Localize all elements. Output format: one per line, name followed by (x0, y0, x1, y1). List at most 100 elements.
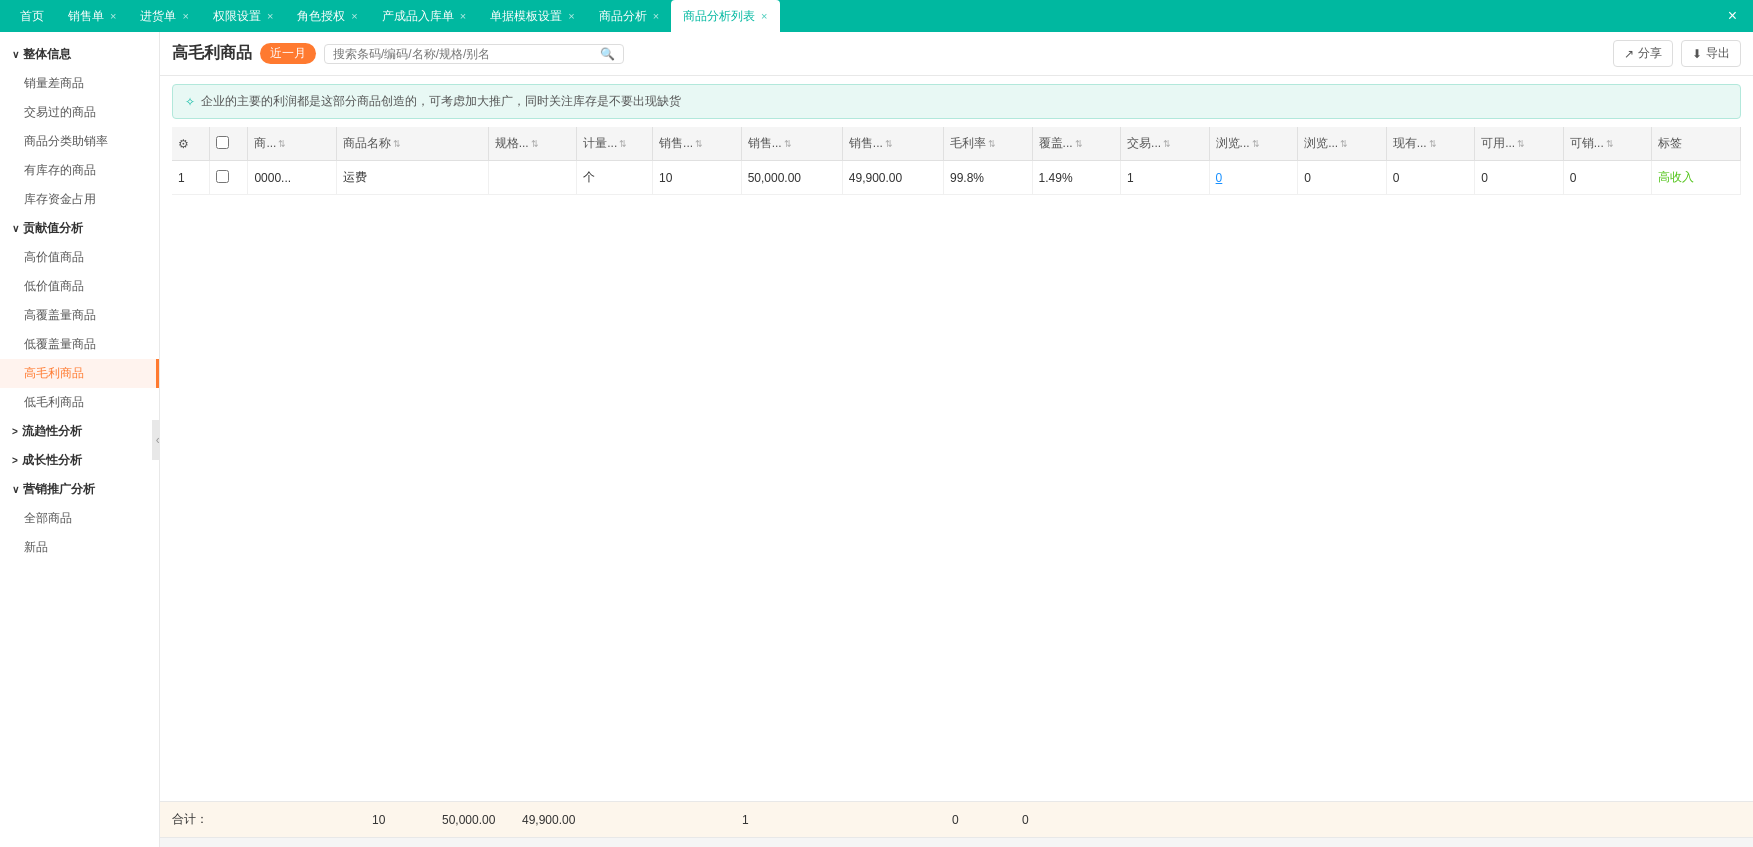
sidebar-group-2[interactable]: >流趋性分析 (0, 417, 159, 446)
table-col-15[interactable]: 可用...⇅ (1475, 127, 1564, 161)
table-row: 10000...运费个1050,000.0049,900.0099.8%1.49… (172, 161, 1741, 195)
table-col-4[interactable]: 规格...⇅ (488, 127, 577, 161)
sidebar-group-arrow-1: ∨ (12, 223, 19, 234)
row-unit: 个 (577, 161, 653, 195)
info-icon: ✧ (185, 95, 195, 109)
share-button[interactable]: ↗ 分享 (1613, 40, 1673, 67)
sidebar-item-0-1[interactable]: 交易过的商品 (0, 98, 159, 127)
sidebar-item-1-0[interactable]: 高价值商品 (0, 243, 159, 272)
nav-close-7[interactable]: × (653, 10, 659, 22)
sidebar-item-0-0[interactable]: 销量差商品 (0, 69, 159, 98)
sidebar-group-1[interactable]: ∨ 贡献值分析 (0, 214, 159, 243)
table-col-14[interactable]: 现有...⇅ (1386, 127, 1475, 161)
table-col-8[interactable]: 销售...⇅ (842, 127, 943, 161)
export-button[interactable]: ⬇ 导出 (1681, 40, 1741, 67)
sort-icon-14[interactable]: ⇅ (1429, 139, 1437, 149)
sort-icon-11[interactable]: ⇅ (1163, 139, 1171, 149)
nav-close-1[interactable]: × (110, 10, 116, 22)
filter-recent-month[interactable]: 近一月 (260, 43, 316, 64)
row-browse1[interactable]: 0 (1209, 161, 1298, 195)
sidebar-group-3[interactable]: > 成长性分析 (0, 446, 159, 475)
table-col-3[interactable]: 商品名称⇅ (336, 127, 488, 161)
sort-icon-10[interactable]: ⇅ (1075, 139, 1083, 149)
row-sales3: 49,900.00 (842, 161, 943, 195)
sidebar-item-4-1[interactable]: 新品 (0, 533, 159, 562)
nav-close-5[interactable]: × (460, 10, 466, 22)
row-browse2: 0 (1298, 161, 1387, 195)
table-col-2[interactable]: 商...⇅ (248, 127, 337, 161)
table-col-9[interactable]: 毛利率⇅ (944, 127, 1033, 161)
sidebar-group-label-1: 贡献值分析 (23, 220, 83, 237)
search-box: 🔍 (324, 44, 624, 64)
search-input[interactable] (333, 47, 600, 61)
row-code: 0000... (248, 161, 337, 195)
table-col-16[interactable]: 可销...⇅ (1563, 127, 1652, 161)
sort-icon-15[interactable]: ⇅ (1517, 139, 1525, 149)
sidebar-item-0-2[interactable]: 商品分类助销率 (0, 127, 159, 156)
nav-item-5[interactable]: 产成品入库单× (370, 0, 478, 32)
nav-item-0[interactable]: 首页 (8, 0, 56, 32)
bottom-scrollbar[interactable] (160, 837, 1753, 847)
sidebar-toggle[interactable]: « (152, 420, 160, 460)
sidebar-group-4[interactable]: ∨ 营销推广分析 (0, 475, 159, 504)
table-col-10[interactable]: 覆盖...⇅ (1032, 127, 1121, 161)
sort-icon-2[interactable]: ⇅ (278, 139, 286, 149)
row-tag: 高收入 (1652, 161, 1741, 195)
nav-close-4[interactable]: × (351, 10, 357, 22)
nav-item-3[interactable]: 权限设置× (201, 0, 285, 32)
table-col-6[interactable]: 销售...⇅ (653, 127, 742, 161)
nav-close-8[interactable]: × (761, 10, 767, 22)
sort-icon-13[interactable]: ⇅ (1340, 139, 1348, 149)
sidebar-group-label-3: 成长性分析 (22, 452, 82, 469)
sidebar-group-0[interactable]: ∨整体信息 (0, 40, 159, 69)
browse-link[interactable]: 0 (1216, 171, 1223, 185)
nav-close-3[interactable]: × (267, 10, 273, 22)
nav-close-6[interactable]: × (568, 10, 574, 22)
table-col-12[interactable]: 浏览...⇅ (1209, 127, 1298, 161)
sort-icon-6[interactable]: ⇅ (695, 139, 703, 149)
sidebar-group-label-0: 整体信息 (23, 46, 71, 63)
footer-sales3: 49,900.00 (522, 813, 602, 827)
footer-total: 合计：1050,000.0049,900.00100 (160, 801, 1753, 837)
table-col-5[interactable]: 计量...⇅ (577, 127, 653, 161)
sidebar-item-1-5[interactable]: 低毛利商品 (0, 388, 159, 417)
table-col-11[interactable]: 交易...⇅ (1121, 127, 1210, 161)
sidebar-item-4-0[interactable]: 全部商品 (0, 504, 159, 533)
nav-item-2[interactable]: 进货单× (128, 0, 200, 32)
sort-icon-9[interactable]: ⇅ (988, 139, 996, 149)
row-checkbox[interactable] (210, 161, 248, 195)
sidebar-item-1-2[interactable]: 高覆盖量商品 (0, 301, 159, 330)
sidebar-group-label-4: 营销推广分析 (23, 481, 95, 498)
sort-icon-7[interactable]: ⇅ (784, 139, 792, 149)
sidebar-item-1-1[interactable]: 低价值商品 (0, 272, 159, 301)
sidebar-group-arrow-4: ∨ (12, 484, 19, 495)
sort-icon-4[interactable]: ⇅ (531, 139, 539, 149)
sidebar-item-0-4[interactable]: 库存资金占用 (0, 185, 159, 214)
sort-icon-5[interactable]: ⇅ (619, 139, 627, 149)
sidebar-group-arrow-3: > (12, 455, 18, 466)
sort-icon-12[interactable]: ⇅ (1252, 139, 1260, 149)
nav-item-7[interactable]: 商品分析× (587, 0, 671, 32)
table-col-13[interactable]: 浏览...⇅ (1298, 127, 1387, 161)
window-close-button[interactable]: × (1720, 7, 1745, 25)
row-name: 运费 (336, 161, 488, 195)
main-container: ∨整体信息销量差商品交易过的商品商品分类助销率有库存的商品库存资金占用∨贡献值分… (0, 32, 1753, 847)
nav-item-1[interactable]: 销售单× (56, 0, 128, 32)
sort-icon-8[interactable]: ⇅ (885, 139, 893, 149)
search-icon[interactable]: 🔍 (600, 47, 615, 61)
sort-icon-3[interactable]: ⇅ (393, 139, 401, 149)
table-col-7[interactable]: 销售...⇅ (741, 127, 842, 161)
row-checkbox-input[interactable] (216, 170, 229, 183)
content-area: 高毛利商品 近一月 🔍 ↗ 分享 ⬇ 导出 ✧ 企业的主要的利润都是这部分商品创… (160, 32, 1753, 847)
sort-icon-16[interactable]: ⇅ (1606, 139, 1614, 149)
sidebar-item-1-3[interactable]: 低覆盖量商品 (0, 330, 159, 359)
sidebar-item-0-3[interactable]: 有库存的商品 (0, 156, 159, 185)
nav-item-8[interactable]: 商品分析列表× (671, 0, 779, 32)
nav-item-4[interactable]: 角色授权× (285, 0, 369, 32)
nav-item-6[interactable]: 单据模板设置× (478, 0, 586, 32)
select-all-checkbox[interactable] (216, 136, 229, 149)
nav-close-2[interactable]: × (182, 10, 188, 22)
row-current: 0 (1386, 161, 1475, 195)
sidebar-item-1-4[interactable]: 高毛利商品 (0, 359, 159, 388)
table-col-0: ⚙ (172, 127, 210, 161)
